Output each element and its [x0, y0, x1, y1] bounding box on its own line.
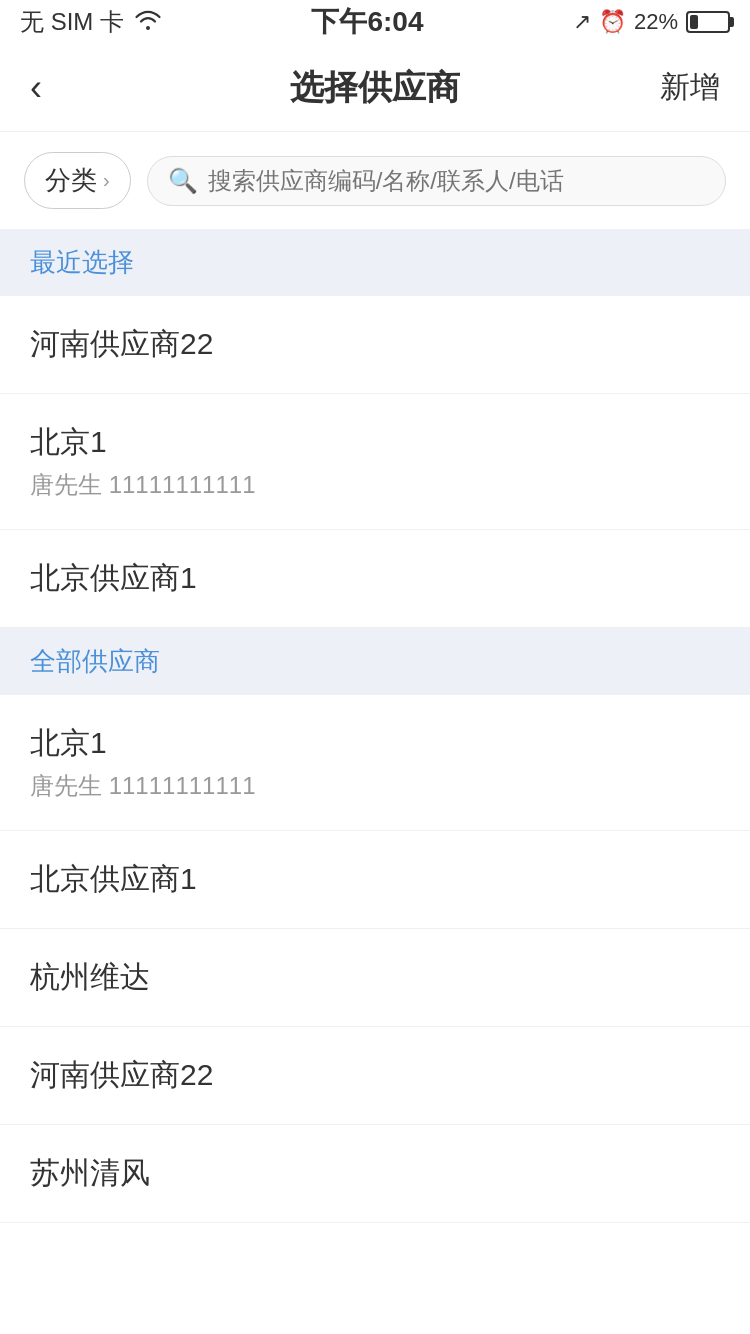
item-name: 河南供应商22: [30, 324, 720, 365]
all-section-label: 全部供应商: [30, 646, 160, 676]
page-title: 选择供应商: [290, 65, 460, 111]
status-right: ↗ ⏰ 22%: [573, 9, 730, 35]
all-list: 北京1 唐先生 11111111111 北京供应商1 杭州维达河南供应商22 苏州清风: [0, 695, 750, 1223]
status-left: 无 SIM 卡: [20, 6, 162, 38]
list-item[interactable]: 北京1 唐先生 11111111111: [0, 695, 750, 831]
search-icon: 🔍: [168, 167, 198, 195]
location-icon: ↗: [573, 9, 591, 35]
recent-section-label: 最近选择: [30, 247, 134, 277]
battery-percent: 22%: [634, 9, 678, 35]
list-item[interactable]: 苏州清风: [0, 1125, 750, 1223]
search-input[interactable]: [208, 167, 705, 195]
chevron-right-icon: ›: [103, 169, 110, 192]
sim-label: 无 SIM 卡: [20, 6, 124, 38]
item-name: 北京供应商1: [30, 859, 720, 900]
list-item[interactable]: 北京供应商1: [0, 831, 750, 929]
add-button[interactable]: 新增: [660, 67, 720, 108]
battery-icon: [686, 11, 730, 33]
recent-section-header: 最近选择: [0, 229, 750, 296]
status-time: 下午6:04: [311, 3, 423, 41]
list-item[interactable]: 杭州维达: [0, 929, 750, 1027]
item-name: 北京1: [30, 422, 720, 463]
item-name: 杭州维达: [30, 957, 720, 998]
status-bar: 无 SIM 卡 下午6:04 ↗ ⏰ 22%: [0, 0, 750, 44]
category-label: 分类: [45, 163, 97, 198]
category-button[interactable]: 分类 ›: [24, 152, 131, 209]
item-sub: 唐先生 11111111111: [30, 469, 720, 501]
item-name: 北京供应商1: [30, 558, 720, 599]
item-name: 河南供应商22: [30, 1055, 720, 1096]
item-name: 苏州清风: [30, 1153, 720, 1194]
item-sub: 唐先生 11111111111: [30, 770, 720, 802]
item-name: 北京1: [30, 723, 720, 764]
nav-bar: ‹ 选择供应商 新增: [0, 44, 750, 132]
list-item[interactable]: 北京供应商1: [0, 530, 750, 628]
back-button[interactable]: ‹: [30, 67, 90, 109]
list-item[interactable]: 河南供应商22: [0, 296, 750, 394]
alarm-icon: ⏰: [599, 9, 626, 35]
recent-list: 河南供应商22 北京1 唐先生 11111111111 北京供应商1: [0, 296, 750, 628]
filter-bar: 分类 › 🔍: [0, 132, 750, 229]
list-item[interactable]: 北京1 唐先生 11111111111: [0, 394, 750, 530]
all-section-header: 全部供应商: [0, 628, 750, 695]
list-item[interactable]: 河南供应商22: [0, 1027, 750, 1125]
search-box: 🔍: [147, 156, 726, 206]
wifi-icon: [134, 8, 162, 36]
